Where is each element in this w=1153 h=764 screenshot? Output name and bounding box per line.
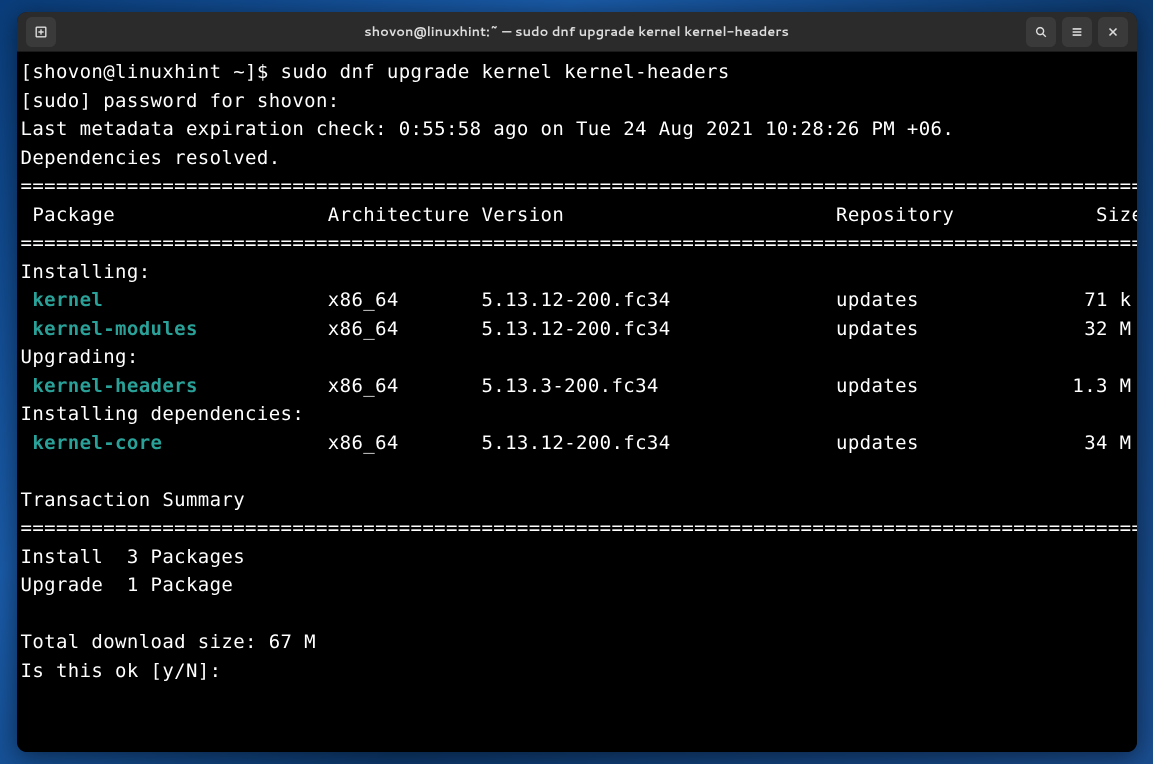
pkg-row-kernel-headers: x86_64 5.13.3-200.fc34 updates 1.3 M (198, 375, 1132, 397)
pkg-name-kernel-core: kernel-core (32, 432, 162, 454)
terminal-output[interactable]: [shovon@linuxhint ~]$ sudo dnf upgrade k… (17, 52, 1137, 752)
transaction-summary-label: Transaction Summary (21, 489, 246, 511)
section-label-deps: Installing dependencies: (21, 403, 305, 425)
search-button[interactable] (1026, 17, 1056, 47)
section-label-upgrading: Upgrading: (21, 346, 139, 368)
pkg-row-kernel-modules: x86_64 5.13.12-200.fc34 updates 32 M (198, 318, 1132, 340)
menu-button[interactable] (1062, 17, 1092, 47)
confirm-prompt: Is this ok [y/N]: (21, 660, 234, 682)
window-title: shovon@linuxhint:~ — sudo dnf upgrade ke… (17, 23, 1137, 41)
pkg-name-kernel: kernel (32, 289, 103, 311)
section-label-installing: Installing: (21, 261, 151, 283)
new-tab-button[interactable] (26, 17, 56, 47)
titlebar: shovon@linuxhint:~ — sudo dnf upgrade ke… (17, 12, 1137, 52)
deps-resolved-line: Dependencies resolved. (21, 147, 281, 169)
pkg-row-kernel: x86_64 5.13.12-200.fc34 updates 71 k (103, 289, 1131, 311)
divider: ========================================… (21, 175, 1137, 197)
close-button[interactable] (1098, 17, 1128, 47)
summary-install: Install 3 Packages (21, 546, 246, 568)
terminal-window: shovon@linuxhint:~ — sudo dnf upgrade ke… (17, 12, 1137, 752)
summary-upgrade: Upgrade 1 Package (21, 574, 234, 596)
metadata-line: Last metadata expiration check: 0:55:58 … (21, 118, 955, 140)
total-download-size: Total download size: 67 M (21, 631, 316, 653)
pkg-name-kernel-modules: kernel-modules (32, 318, 197, 340)
sudo-password-line: [sudo] password for shovon: (21, 90, 340, 112)
table-header: Package Architecture Version Repository … (21, 204, 1137, 226)
pkg-name-kernel-headers: kernel-headers (32, 375, 197, 397)
pkg-row-kernel-core: x86_64 5.13.12-200.fc34 updates 34 M (162, 432, 1131, 454)
prompt: [shovon@linuxhint ~]$ (21, 61, 281, 83)
divider: ========================================… (21, 517, 1137, 539)
divider: ========================================… (21, 232, 1137, 254)
command-text: sudo dnf upgrade kernel kernel-headers (281, 61, 730, 83)
